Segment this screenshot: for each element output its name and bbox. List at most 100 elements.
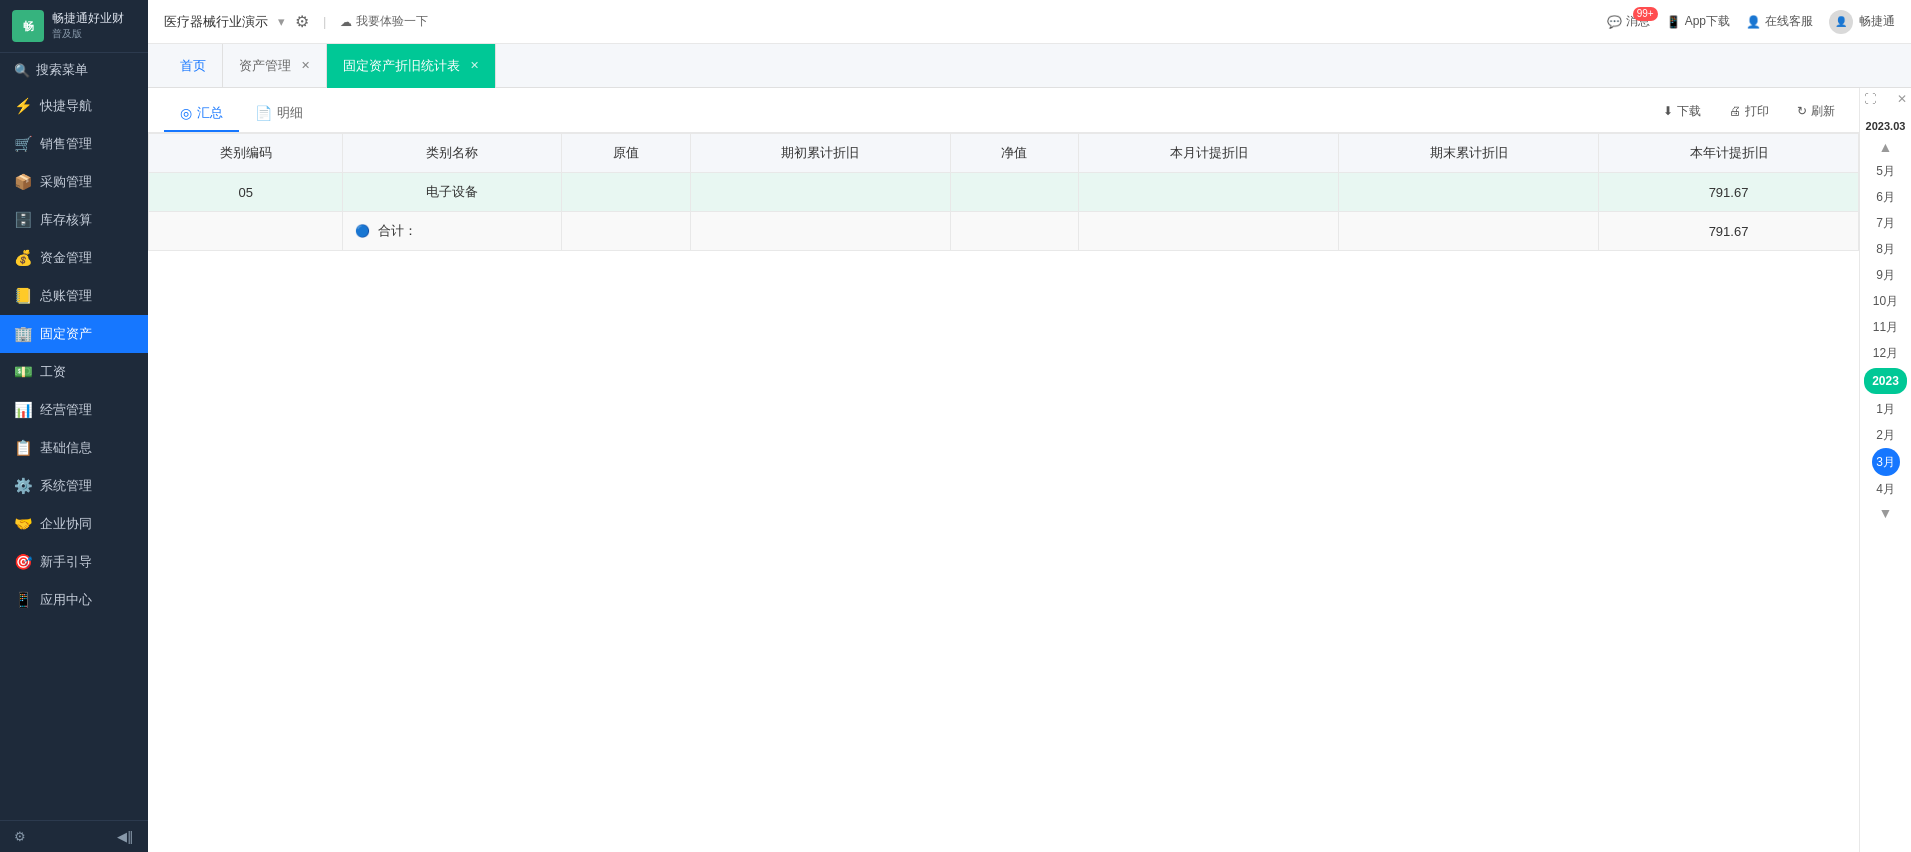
sidebar-item-label: 总账管理 <box>40 287 92 305</box>
fixed-assets-icon: 🏢 <box>14 325 32 343</box>
cal-year-2023[interactable]: 2023 <box>1864 368 1907 394</box>
sidebar-item-label: 采购管理 <box>40 173 92 191</box>
sidebar-item-apps[interactable]: 📱 应用中心 <box>0 581 148 619</box>
cal-month-6[interactable]: 6月 <box>1860 184 1911 210</box>
topbar: 医疗器械行业演示 ▾ ⚙ | ☁ 我要体验一下 💬 消息 99+ 📱 App下载… <box>148 0 1911 44</box>
download-icon: ⬇ <box>1663 104 1673 118</box>
cal-month-7[interactable]: 7月 <box>1860 210 1911 236</box>
cal-month-9[interactable]: 9月 <box>1860 262 1911 288</box>
cell-original-value <box>561 173 690 212</box>
total-net-value <box>950 212 1079 251</box>
sidebar-item-label: 销售管理 <box>40 135 92 153</box>
calendar-close-icon[interactable]: ✕ <box>1897 92 1907 106</box>
cal-month-3-selected[interactable]: 3月 <box>1872 448 1900 476</box>
tab-asset-mgmt[interactable]: 资产管理 ✕ <box>223 44 327 88</box>
cell-monthly-depreciation <box>1079 173 1339 212</box>
subtab-detail-label: 明细 <box>277 104 303 122</box>
depreciation-table: 类别编码 类别名称 原值 期初累计折旧 净值 本月计提折旧 期末累计折旧 本年计… <box>148 133 1859 251</box>
cell-code: 05 <box>149 173 343 212</box>
subtab-detail[interactable]: 📄 明细 <box>239 96 319 132</box>
cal-month-4[interactable]: 4月 <box>1860 476 1911 502</box>
tab-depreciation-close[interactable]: ✕ <box>470 59 479 72</box>
subtab-left: ◎ 汇总 📄 明细 <box>164 96 319 132</box>
col-name: 类别名称 <box>343 134 562 173</box>
sidebar-item-guide[interactable]: 🎯 新手引导 <box>0 543 148 581</box>
tab-depreciation-stats[interactable]: 固定资产折旧统计表 ✕ <box>327 44 496 88</box>
refresh-btn[interactable]: ↻ 刷新 <box>1789 99 1843 124</box>
total-empty-1 <box>149 212 343 251</box>
cal-month-12[interactable]: 12月 <box>1860 340 1911 366</box>
calendar-next[interactable]: ▼ <box>1879 502 1893 524</box>
total-annual-depreciation: 791.67 <box>1599 212 1859 251</box>
tab-asset-mgmt-close[interactable]: ✕ <box>301 59 310 72</box>
app-logo: 畅 <box>12 10 44 42</box>
sidebar-item-payroll[interactable]: 💵 工资 <box>0 353 148 391</box>
cal-month-2[interactable]: 2月 <box>1860 422 1911 448</box>
topbar-left: 医疗器械行业演示 ▾ ⚙ | ☁ 我要体验一下 <box>164 12 428 31</box>
user-menu[interactable]: 👤 畅捷通 <box>1829 10 1895 34</box>
company-dropdown-icon[interactable]: ▾ <box>278 14 285 29</box>
inventory-icon: 🗄️ <box>14 211 32 229</box>
sidebar-item-label: 基础信息 <box>40 439 92 457</box>
download-btn[interactable]: ⬇ 下载 <box>1655 99 1709 124</box>
col-monthly-depreciation: 本月计提折旧 <box>1079 134 1339 173</box>
print-label: 打印 <box>1745 103 1769 120</box>
settings-icon[interactable]: ⚙ <box>14 829 26 844</box>
download-label: 下载 <box>1677 103 1701 120</box>
total-icon: 🔵 <box>355 224 370 238</box>
table-header-row: 类别编码 类别名称 原值 期初累计折旧 净值 本月计提折旧 期末累计折旧 本年计… <box>149 134 1859 173</box>
avatar: 👤 <box>1829 10 1853 34</box>
subtab-summary[interactable]: ◎ 汇总 <box>164 96 239 132</box>
cal-month-5[interactable]: 5月 <box>1860 158 1911 184</box>
sidebar-item-operations[interactable]: 📊 经营管理 <box>0 391 148 429</box>
col-period-end-depreciation: 期末累计折旧 <box>1339 134 1599 173</box>
sidebar-item-finance[interactable]: 💰 资金管理 <box>0 239 148 277</box>
sidebar-item-sales[interactable]: 🛒 销售管理 <box>0 125 148 163</box>
content: ◎ 汇总 📄 明细 ⬇ 下载 🖨 打印 <box>148 88 1859 852</box>
total-period-end-depreciation <box>1339 212 1599 251</box>
sidebar-search[interactable]: 🔍 搜索菜单 <box>0 53 148 87</box>
calendar-prev[interactable]: ▲ <box>1879 136 1893 158</box>
collapse-icon[interactable]: ◀‖ <box>117 829 134 844</box>
summary-icon: ◎ <box>180 105 192 121</box>
sidebar-item-label: 工资 <box>40 363 66 381</box>
sidebar-item-system[interactable]: ⚙️ 系统管理 <box>0 467 148 505</box>
sidebar-item-label: 固定资产 <box>40 325 92 343</box>
sidebar-item-fixed-assets[interactable]: 🏢 固定资产 <box>0 315 148 353</box>
total-row: 🔵 合计： 791.67 <box>149 212 1859 251</box>
sidebar-item-basic-info[interactable]: 📋 基础信息 <box>0 429 148 467</box>
experience-btn[interactable]: ☁ 我要体验一下 <box>340 13 428 30</box>
basic-info-icon: 📋 <box>14 439 32 457</box>
customer-service-btn[interactable]: 👤 在线客服 <box>1746 13 1813 30</box>
cal-month-10[interactable]: 10月 <box>1860 288 1911 314</box>
tabbar: 首页 资产管理 ✕ 固定资产折旧统计表 ✕ <box>148 44 1911 88</box>
sidebar-item-enterprise[interactable]: 🤝 企业协同 <box>0 505 148 543</box>
sidebar-item-quick-nav[interactable]: ⚡ 快捷导航 <box>0 87 148 125</box>
tab-home-label: 首页 <box>180 57 206 75</box>
sidebar-item-inventory[interactable]: 🗄️ 库存核算 <box>0 201 148 239</box>
search-icon: 🔍 <box>14 63 30 78</box>
topbar-settings-icon[interactable]: ⚙ <box>295 12 309 31</box>
print-btn[interactable]: 🖨 打印 <box>1721 99 1777 124</box>
messages-btn[interactable]: 💬 消息 99+ <box>1607 13 1650 30</box>
app-download-btn[interactable]: 📱 App下载 <box>1666 13 1730 30</box>
tab-home[interactable]: 首页 <box>164 44 223 88</box>
calendar-expand-icon[interactable]: ⛶ <box>1864 92 1876 106</box>
sidebar-item-ledger[interactable]: 📒 总账管理 <box>0 277 148 315</box>
cal-month-11[interactable]: 11月 <box>1860 314 1911 340</box>
sales-icon: 🛒 <box>14 135 32 153</box>
quick-nav-label: 快捷导航 <box>40 97 92 115</box>
quick-nav-icon: ⚡ <box>14 97 32 115</box>
calendar-panel: ⛶ ✕ 2023.03 ▲ 5月 6月 7月 8月 9月 10月 11月 12月… <box>1859 88 1911 852</box>
refresh-label: 刷新 <box>1811 103 1835 120</box>
cal-month-1[interactable]: 1月 <box>1860 396 1911 422</box>
finance-icon: 💰 <box>14 249 32 267</box>
search-label: 搜索菜单 <box>36 61 88 79</box>
messages-count: 99+ <box>1633 7 1658 21</box>
guide-icon: 🎯 <box>14 553 32 571</box>
cal-month-8[interactable]: 8月 <box>1860 236 1911 262</box>
cell-period-end-depreciation <box>1339 173 1599 212</box>
total-initial-depreciation <box>690 212 950 251</box>
subtab-bar: ◎ 汇总 📄 明细 ⬇ 下载 🖨 打印 <box>148 88 1859 133</box>
sidebar-item-purchase[interactable]: 📦 采购管理 <box>0 163 148 201</box>
